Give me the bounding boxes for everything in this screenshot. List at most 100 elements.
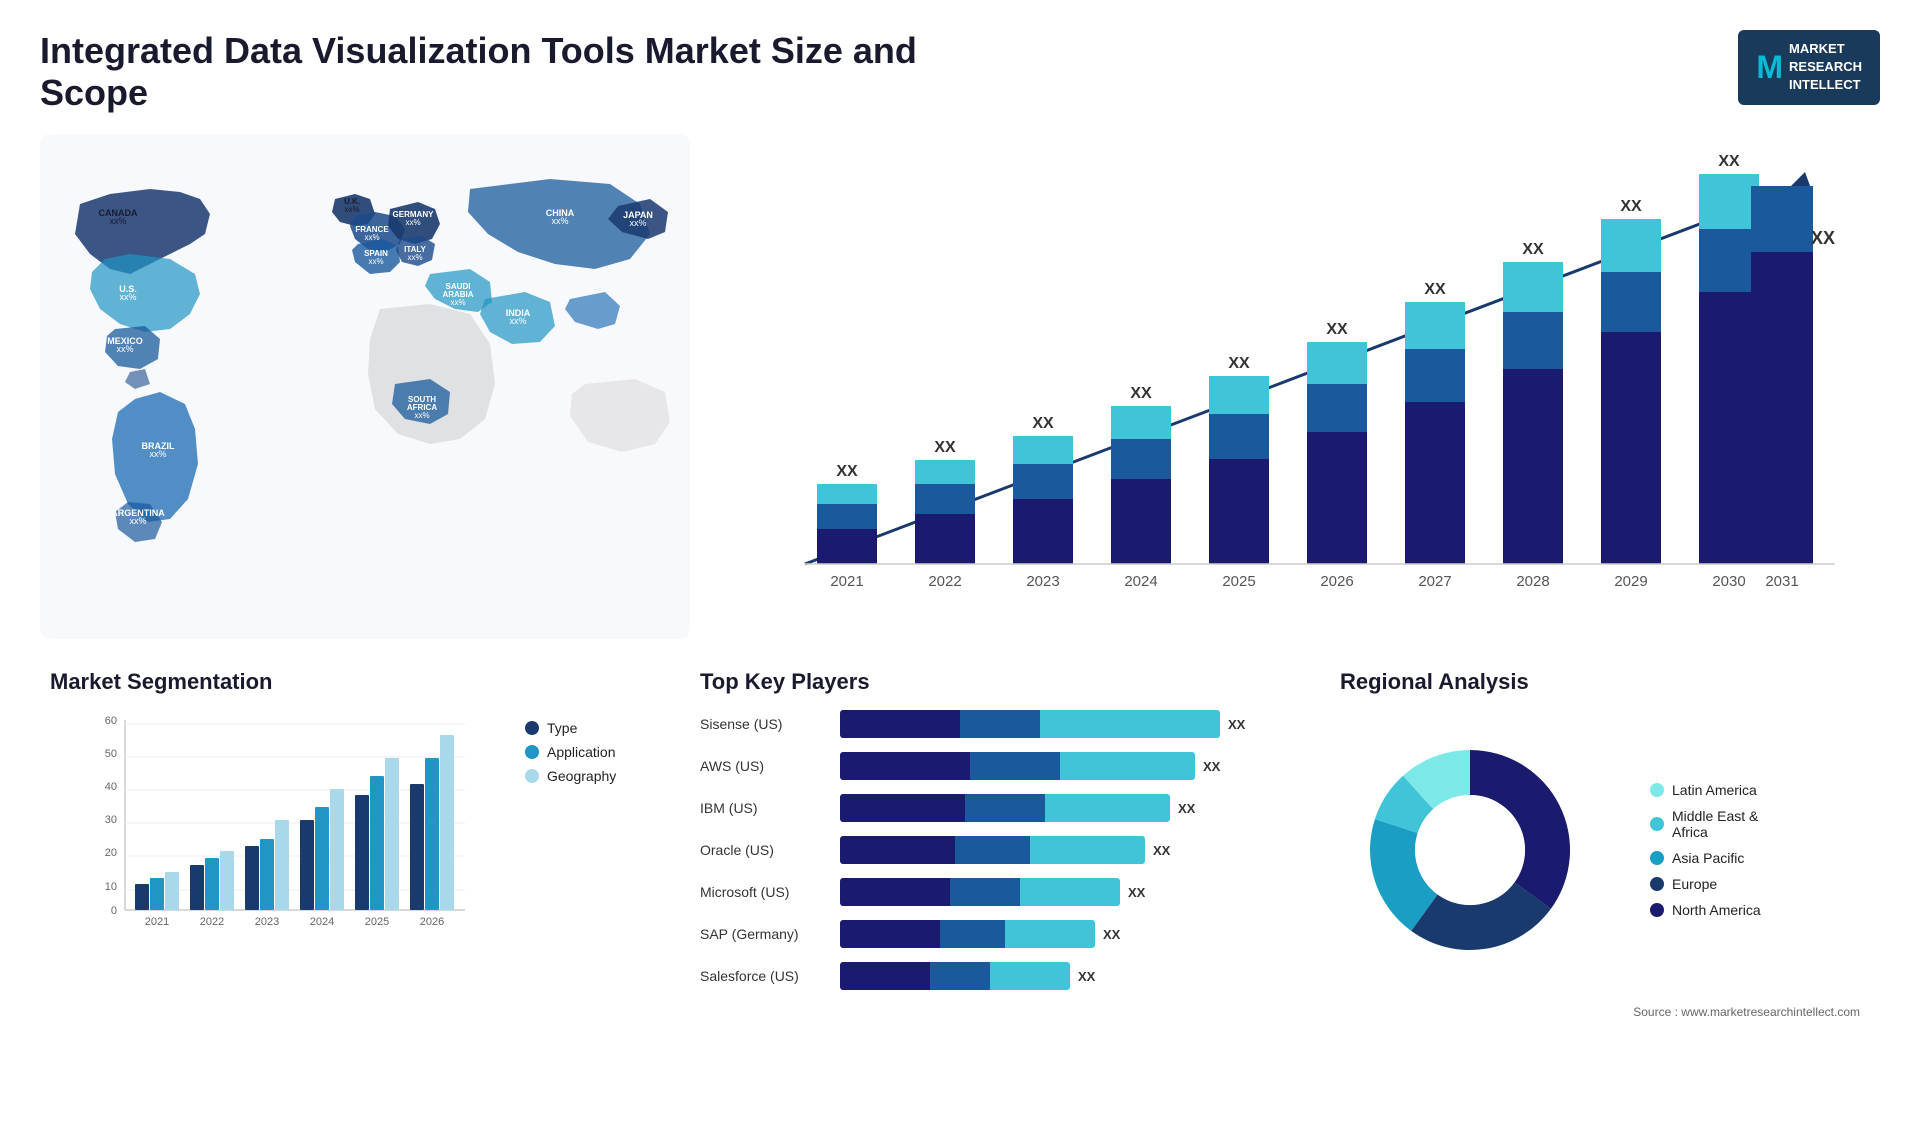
player-bar-salesforce-dark xyxy=(840,962,930,990)
player-bar-container-sisense: XX xyxy=(840,710,1280,738)
year-2027: 2027 xyxy=(1418,573,1451,590)
legend-apac-dot xyxy=(1650,851,1664,865)
logo-box: M MARKET RESEARCH INTELLECT xyxy=(1738,30,1880,105)
svg-text:50: 50 xyxy=(105,748,117,760)
bar-2025-light xyxy=(1209,376,1269,414)
year-2028: 2028 xyxy=(1516,573,1549,590)
legend-application-dot xyxy=(525,745,539,759)
player-bar-microsoft xyxy=(840,878,1120,906)
svg-text:2024: 2024 xyxy=(310,916,334,928)
italy-value: xx% xyxy=(407,253,422,262)
year-2021: 2021 xyxy=(830,573,863,590)
bar-2025-label: XX xyxy=(1228,355,1250,372)
player-name-ibm: IBM (US) xyxy=(700,800,830,816)
bottom-section: Market Segmentation 60 50 40 30 20 10 0 xyxy=(40,659,1880,1029)
logo-line1: MARKET xyxy=(1789,40,1862,58)
player-bar-container-sap: XX xyxy=(840,920,1280,948)
player-name-aws: AWS (US) xyxy=(700,758,830,774)
player-bar-aws-light xyxy=(1060,752,1195,780)
year-2029: 2029 xyxy=(1614,573,1647,590)
top-key-players-section: Top Key Players Sisense (US) XX AWS (US) xyxy=(680,659,1300,1029)
player-bar-microsoft-mid xyxy=(950,878,1020,906)
legend-geography-label: Geography xyxy=(547,768,616,784)
china-value: xx% xyxy=(551,216,568,226)
france-value: xx% xyxy=(364,233,379,242)
japan-value: xx% xyxy=(629,218,646,228)
player-bar-sap-light xyxy=(1005,920,1095,948)
legend-type: Type xyxy=(525,720,616,736)
svg-text:2021: 2021 xyxy=(145,916,169,928)
saudi-value: xx% xyxy=(450,298,465,307)
canada-value: xx% xyxy=(109,216,126,226)
bar-2031-label: XX xyxy=(1811,228,1835,248)
player-bar-ibm-mid xyxy=(965,794,1045,822)
legend-north-america: North America xyxy=(1650,902,1761,918)
player-bar-aws-dark xyxy=(840,752,970,780)
player-bar-container-microsoft: XX xyxy=(840,878,1280,906)
year-2023: 2023 xyxy=(1026,573,1059,590)
bar-2030-dark xyxy=(1699,292,1759,564)
player-bar-ibm-dark xyxy=(840,794,965,822)
legend-apac-label: Asia Pacific xyxy=(1672,850,1744,866)
germany-value: xx% xyxy=(405,218,420,227)
legend-mea: Middle East &Africa xyxy=(1650,808,1761,840)
player-row-oracle: Oracle (US) XX xyxy=(700,836,1280,864)
donut-group xyxy=(1370,750,1570,950)
bar-2026-light xyxy=(1307,342,1367,384)
argentina-value: xx% xyxy=(129,516,146,526)
player-bar-sap-dark xyxy=(840,920,940,948)
bar-2022-light xyxy=(915,460,975,484)
svg-text:30: 30 xyxy=(105,814,117,826)
logo-line3: INTELLECT xyxy=(1789,76,1862,94)
bar-chart-section: XX XX XX XX XX XX xyxy=(710,134,1880,639)
bar-2022-label: XX xyxy=(934,439,956,456)
bar-2025-mid xyxy=(1209,414,1269,459)
player-bar-aws xyxy=(840,752,1195,780)
player-bar-salesforce-light xyxy=(990,962,1070,990)
legend-latam-dot xyxy=(1650,783,1664,797)
svg-text:0: 0 xyxy=(111,905,117,917)
player-bar-container-salesforce: XX xyxy=(840,962,1280,990)
year-2025: 2025 xyxy=(1222,573,1255,590)
players-title: Top Key Players xyxy=(700,669,1280,695)
player-row-sap: SAP (Germany) XX xyxy=(700,920,1280,948)
player-bar-oracle xyxy=(840,836,1145,864)
bar-2029-label: XX xyxy=(1620,198,1642,215)
us-shape xyxy=(90,254,200,332)
central-america-shape xyxy=(125,369,150,389)
bar-2028-dark xyxy=(1503,369,1563,564)
legend-application: Application xyxy=(525,744,616,760)
player-bar-microsoft-light xyxy=(1020,878,1120,906)
logo-line2: RESEARCH xyxy=(1789,58,1862,76)
legend-mea-label: Middle East &Africa xyxy=(1672,808,1758,840)
segmentation-title: Market Segmentation xyxy=(50,669,650,695)
bar-2023-dark xyxy=(1013,499,1073,564)
legend-europe-dot xyxy=(1650,877,1664,891)
legend-europe: Europe xyxy=(1650,876,1761,892)
market-segmentation-section: Market Segmentation 60 50 40 30 20 10 0 xyxy=(40,659,660,1029)
player-bar-aws-mid xyxy=(970,752,1060,780)
player-bar-sisense-mid xyxy=(960,710,1040,738)
player-bar-ibm xyxy=(840,794,1170,822)
legend-application-label: Application xyxy=(547,744,616,760)
legend-type-dot xyxy=(525,721,539,735)
segmentation-legend: Type Application Geography xyxy=(525,720,616,955)
player-bar-container-ibm: XX xyxy=(840,794,1280,822)
player-bar-ibm-light xyxy=(1045,794,1170,822)
bar-2024-label: XX xyxy=(1130,385,1152,402)
uk-value: xx% xyxy=(344,205,359,214)
player-bar-sisense xyxy=(840,710,1220,738)
logo-icon: M xyxy=(1756,45,1783,90)
bar-2028-label: XX xyxy=(1522,241,1544,258)
legend-geography-dot xyxy=(525,769,539,783)
player-bar-salesforce xyxy=(840,962,1070,990)
bar-2027-dark xyxy=(1405,402,1465,564)
year-2022: 2022 xyxy=(928,573,961,590)
legend-latin-america: Latin America xyxy=(1650,782,1761,798)
player-bar-salesforce-mid xyxy=(930,962,990,990)
svg-text:2023: 2023 xyxy=(255,916,279,928)
donut-center-hole xyxy=(1415,795,1525,905)
player-bar-sisense-light xyxy=(1040,710,1220,738)
seg-chart-wrapper: 60 50 40 30 20 10 0 xyxy=(85,710,465,955)
player-row-salesforce: Salesforce (US) XX xyxy=(700,962,1280,990)
